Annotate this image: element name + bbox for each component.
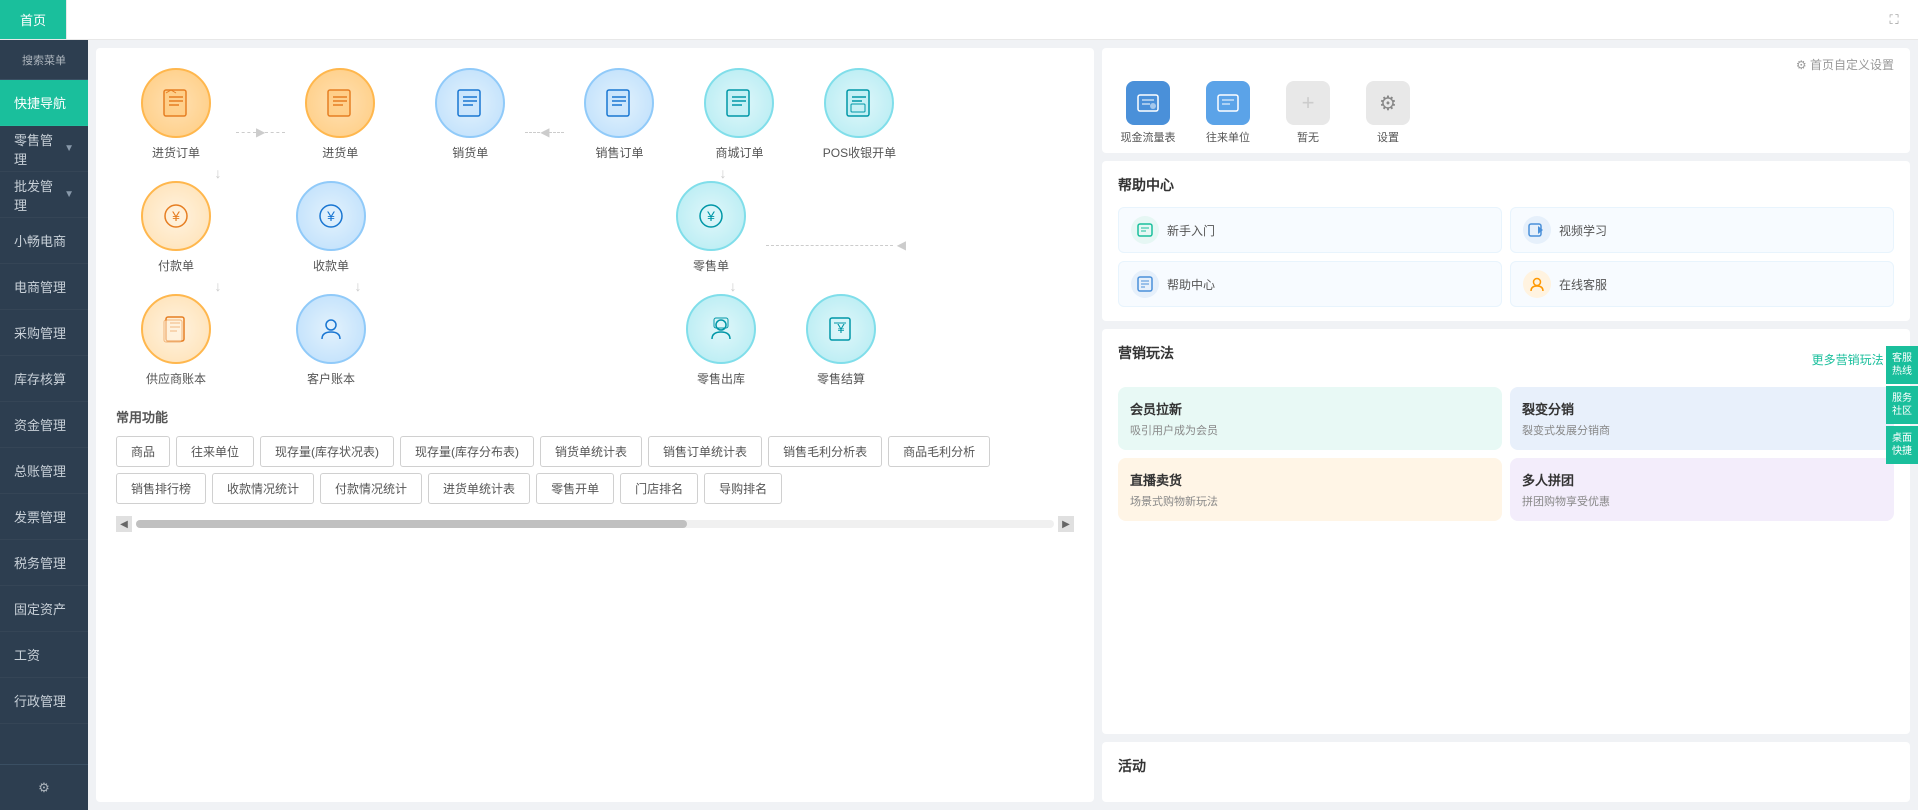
func-btn-purchase-stat[interactable]: 进货单统计表 [428,473,530,504]
func-btn-sales-margin[interactable]: 销售毛利分析表 [768,436,882,467]
activity-section: 活动 [1102,742,1910,802]
func-btn-partner[interactable]: 往来单位 [176,436,254,467]
more-marketing-link[interactable]: 更多营销玩法 > [1812,351,1894,368]
flow-node-sales[interactable]: 销货单 [415,68,525,161]
func-btn-retail-order[interactable]: 零售开单 [536,473,614,504]
float-btn-service[interactable]: 客服热线 [1886,346,1918,384]
quick-nav-panel: 进货订单 ▶ 进货单 [96,48,1094,802]
sidebar-item-payroll[interactable]: 工资 [0,632,88,678]
helpcenter-icon [1131,270,1159,298]
sidebar-item-tax[interactable]: 税务管理 [0,540,88,586]
svg-text:¥: ¥ [326,208,335,224]
flow-node-supplier-account[interactable]: 供应商账本 [116,294,236,387]
float-btn-community[interactable]: 服务社区 [1886,386,1918,424]
beginner-icon [1131,216,1159,244]
sidebar-item-quicknav[interactable]: 快捷导航 [0,80,88,126]
chevron-down-icon: ▼ [64,143,74,154]
flow-node-purchase[interactable]: 进货单 [285,68,395,161]
scroll-thumb [136,520,687,528]
svg-text:¥: ¥ [171,208,180,224]
flow-node-pos[interactable]: POS收银开单 [804,68,914,161]
sidebar-item-purchase[interactable]: 采购管理 [0,310,88,356]
func-btn-order-stat[interactable]: 销售订单统计表 [648,436,762,467]
help-section: 帮助中心 新手入门 视频学习 [1102,161,1910,321]
functions-grid: 商品 往来单位 现存量(库存状况表) 现存量(库存分布表) 销货单统计表 销售订… [116,436,1074,504]
sidebar-item-inventory[interactable]: 库存核算 [0,356,88,402]
help-grid: 新手入门 视频学习 帮助中心 [1118,207,1894,307]
flow-node-retail-out[interactable]: 零售出库 [666,294,776,387]
func-btn-goods-margin[interactable]: 商品毛利分析 [888,436,990,467]
shortcuts-row: 现金流量表 往来单位 + 暂无 ⚙ [1118,81,1894,145]
sidebar-item-invoice[interactable]: 发票管理 [0,494,88,540]
shortcut-partner[interactable]: 往来单位 [1198,81,1258,145]
marketing-section: 营销玩法 更多营销玩法 > 会员拉新 吸引用户成为会员 裂变分销 裂变式发展分销… [1102,329,1910,734]
scroll-right-button[interactable]: ▶ [1058,516,1074,532]
help-item-beginner[interactable]: 新手入门 [1118,207,1502,253]
tab-home[interactable]: 首页 [0,0,67,39]
sidebar-nav: 快捷导航 零售管理 ▼ 批发管理 ▼ 小畅电商 电商管理 采购管理 [0,80,88,764]
sidebar-item-admin[interactable]: 行政管理 [0,678,88,724]
sidebar-item-fixed-assets[interactable]: 固定资产 [0,586,88,632]
video-icon [1523,216,1551,244]
func-btn-stock-status[interactable]: 现存量(库存状况表) [260,436,394,467]
none-icon: + [1286,81,1330,125]
flow-node-retail-settlement[interactable]: ¥ 零售结算 [786,294,896,387]
sidebar-item-wholesale[interactable]: 批发管理 ▼ [0,172,88,218]
help-item-online[interactable]: 在线客服 [1510,261,1894,307]
help-item-helpcenter[interactable]: 帮助中心 [1118,261,1502,307]
sidebar-item-ecommerce[interactable]: 电商管理 [0,264,88,310]
flow-node-payment[interactable]: ¥ 付款单 [116,181,236,274]
marketing-grid: 会员拉新 吸引用户成为会员 裂变分销 裂变式发展分销商 直播卖货 场景式购物新玩… [1118,387,1894,521]
flow-node-retail[interactable]: ¥ 零售单 [656,181,766,274]
shortcuts-wrapper: ⚙ 首页自定义设置 现金流量表 往 [1102,48,1910,153]
partner-icon [1206,81,1250,125]
gear-icon: ⚙ [38,780,50,796]
marketing-card-group[interactable]: 多人拼团 拼团购物享受优惠 [1510,458,1894,521]
func-btn-sales-stat[interactable]: 销货单统计表 [540,436,642,467]
sidebar-settings-button[interactable]: ⚙ [0,764,88,810]
sidebar-item-general-ledger[interactable]: 总账管理 [0,448,88,494]
scroll-track[interactable] [136,520,1054,528]
func-btn-guide-rank[interactable]: 导购排名 [704,473,782,504]
marketing-card-fission[interactable]: 裂变分销 裂变式发展分销商 [1510,387,1894,450]
func-btn-receipt-stat[interactable]: 收款情况统计 [212,473,314,504]
flow-diagram: 进货订单 ▶ 进货单 [116,68,1074,391]
sidebar-search[interactable]: 搜索菜单 [0,40,88,80]
online-icon [1523,270,1551,298]
sidebar-item-ecommerce-small[interactable]: 小畅电商 [0,218,88,264]
fullscreen-button[interactable]: ⛶ [1882,8,1906,32]
sidebar-item-finance[interactable]: 资金管理 [0,402,88,448]
func-btn-store-rank[interactable]: 门店排名 [620,473,698,504]
float-btn-desktop[interactable]: 桌面快捷 [1886,426,1918,464]
marketing-card-member[interactable]: 会员拉新 吸引用户成为会员 [1118,387,1502,450]
func-btn-goods[interactable]: 商品 [116,436,170,467]
flow-node-purchase-order[interactable]: 进货订单 [116,68,236,161]
help-item-video[interactable]: 视频学习 [1510,207,1894,253]
flow-node-mall-order[interactable]: 商城订单 [684,68,794,161]
svg-text:¥: ¥ [706,208,715,224]
shortcut-settings[interactable]: ⚙ 设置 [1358,81,1418,145]
shortcuts-setting[interactable]: ⚙ 首页自定义设置 [1796,56,1894,73]
flow-node-sales-order[interactable]: 销售订单 [564,68,674,161]
flow-node-customer-account[interactable]: 客户账本 [276,294,386,387]
chevron-down-icon: ▼ [64,189,74,200]
shortcut-none[interactable]: + 暂无 [1278,81,1338,145]
marketing-header: 营销玩法 更多营销玩法 > [1118,343,1894,375]
marketing-card-live[interactable]: 直播卖货 场景式购物新玩法 [1118,458,1502,521]
float-buttons: 客服热线 服务社区 桌面快捷 [1886,346,1918,464]
func-btn-stock-dist[interactable]: 现存量(库存分布表) [400,436,534,467]
scroll-bar: ◀ ▶ [116,516,1074,532]
flow-node-receipt[interactable]: ¥ 收款单 [276,181,386,274]
func-btn-payment-stat[interactable]: 付款情况统计 [320,473,422,504]
settings-shortcut-icon: ⚙ [1366,81,1410,125]
func-btn-sales-rank[interactable]: 销售排行榜 [116,473,206,504]
cashflow-icon [1126,81,1170,125]
sidebar-item-retail[interactable]: 零售管理 ▼ [0,126,88,172]
scroll-left-button[interactable]: ◀ [116,516,132,532]
common-functions: 常用功能 商品 往来单位 现存量(库存状况表) 现存量(库存分布表) 销货单统计… [116,407,1074,504]
shortcut-cashflow[interactable]: 现金流量表 [1118,81,1178,145]
